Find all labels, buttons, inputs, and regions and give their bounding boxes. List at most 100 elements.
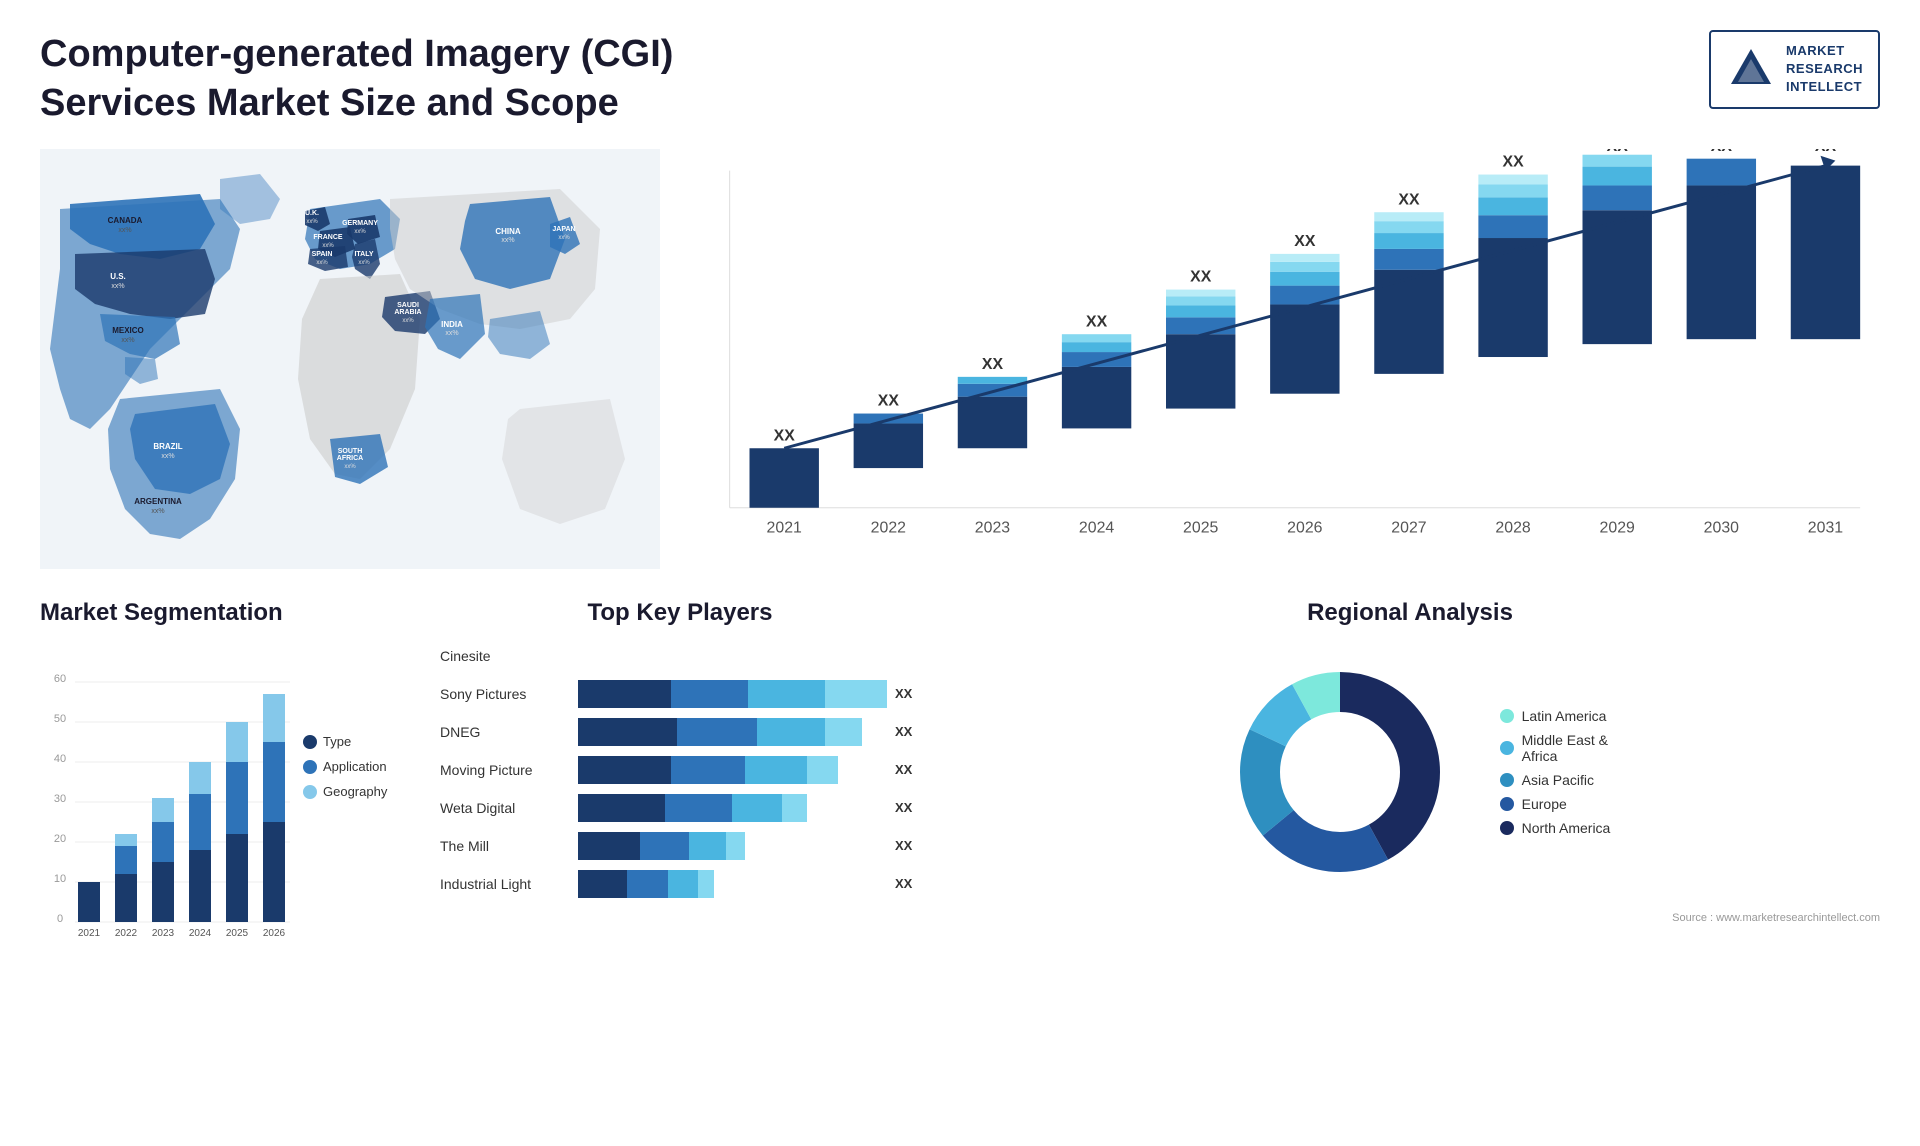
svg-text:xx%: xx% xyxy=(402,318,414,324)
svg-text:2026: 2026 xyxy=(1287,519,1322,536)
player-xx-sony: XX xyxy=(895,686,920,701)
svg-text:AFRICA: AFRICA xyxy=(337,455,363,462)
player-moving-picture: Moving Picture XX xyxy=(440,756,920,784)
svg-text:2026: 2026 xyxy=(263,928,286,939)
svg-text:30: 30 xyxy=(54,793,66,805)
legend-label-middle-east: Middle East &Africa xyxy=(1522,732,1608,764)
svg-text:XX: XX xyxy=(1294,233,1316,250)
svg-text:2023: 2023 xyxy=(152,928,175,939)
player-bar-moving-picture xyxy=(578,756,887,784)
svg-text:xx%: xx% xyxy=(354,229,366,235)
svg-text:U.S.: U.S. xyxy=(110,272,126,281)
player-name-mill: The Mill xyxy=(440,838,570,854)
svg-text:xx%: xx% xyxy=(118,227,131,234)
svg-text:xx%: xx% xyxy=(111,283,124,290)
svg-text:xx%: xx% xyxy=(161,453,174,460)
legend-label-asia-pacific: Asia Pacific xyxy=(1522,772,1594,788)
logo-area: MARKET RESEARCH INTELLECT xyxy=(1709,30,1880,109)
player-name-dneg: DNEG xyxy=(440,724,570,740)
player-industrial: Industrial Light XX xyxy=(440,870,920,898)
svg-text:FRANCE: FRANCE xyxy=(313,234,342,241)
logo-text: MARKET RESEARCH INTELLECT xyxy=(1786,42,1863,97)
legend-label-europe: Europe xyxy=(1522,796,1567,812)
svg-text:xx%: xx% xyxy=(322,243,334,249)
svg-text:2024: 2024 xyxy=(189,928,212,939)
svg-text:xx%: xx% xyxy=(316,260,328,266)
player-name-sony: Sony Pictures xyxy=(440,686,570,702)
svg-text:Geography: Geography xyxy=(323,784,388,799)
svg-text:XX: XX xyxy=(1607,149,1629,155)
map-section: CANADA xx% U.S. xx% MEXICO xx% BRAZIL xx… xyxy=(40,149,660,569)
svg-text:ARGENTINA: ARGENTINA xyxy=(134,497,182,506)
svg-text:xx%: xx% xyxy=(445,330,458,337)
svg-text:2029: 2029 xyxy=(1600,519,1635,536)
legend-color-latin-america xyxy=(1500,709,1514,723)
svg-text:2022: 2022 xyxy=(871,519,906,536)
svg-text:2025: 2025 xyxy=(226,928,249,939)
player-mill: The Mill XX xyxy=(440,832,920,860)
svg-text:XX: XX xyxy=(1815,149,1837,155)
svg-text:ITALY: ITALY xyxy=(354,251,373,258)
svg-text:2031: 2031 xyxy=(1808,519,1843,536)
svg-text:2021: 2021 xyxy=(78,928,101,939)
regional-section: Regional Analysis xyxy=(940,599,1880,947)
svg-text:xx%: xx% xyxy=(306,219,318,225)
svg-text:BRAZIL: BRAZIL xyxy=(153,442,182,451)
svg-text:CHINA: CHINA xyxy=(495,227,521,236)
svg-text:10: 10 xyxy=(54,873,66,885)
svg-text:20: 20 xyxy=(54,833,66,845)
player-sony: Sony Pictures XX xyxy=(440,680,920,708)
players-section: Top Key Players Cinesite Sony Pictures X… xyxy=(440,599,920,947)
player-xx-moving-picture: XX xyxy=(895,762,920,777)
svg-text:Type: Type xyxy=(323,734,351,749)
svg-text:SPAIN: SPAIN xyxy=(312,251,333,258)
svg-text:XX: XX xyxy=(1398,191,1420,208)
svg-text:SAUDI: SAUDI xyxy=(397,302,419,309)
donut-legend: Latin America Middle East &Africa Asia P… xyxy=(1500,708,1611,836)
svg-text:INDIA: INDIA xyxy=(441,320,463,329)
player-name-weta: Weta Digital xyxy=(440,800,570,816)
svg-text:SOUTH: SOUTH xyxy=(338,448,363,455)
player-dneg: DNEG XX xyxy=(440,718,920,746)
player-xx-mill: XX xyxy=(895,838,920,853)
legend-north-america: North America xyxy=(1500,820,1611,836)
donut-wrapper: Latin America Middle East &Africa Asia P… xyxy=(940,642,1880,902)
svg-text:XX: XX xyxy=(1086,313,1108,330)
legend-color-europe xyxy=(1500,797,1514,811)
svg-text:xx%: xx% xyxy=(121,337,134,344)
player-xx-dneg: XX xyxy=(895,724,920,739)
svg-text:2025: 2025 xyxy=(1183,519,1218,536)
top-row: CANADA xx% U.S. xx% MEXICO xx% BRAZIL xx… xyxy=(40,149,1880,569)
player-weta: Weta Digital XX xyxy=(440,794,920,822)
svg-text:XX: XX xyxy=(1503,153,1525,170)
bar-chart-section: XX 2021 XX 2022 XX 2023 XX 2024 xyxy=(690,149,1880,569)
player-bar-industrial xyxy=(578,870,887,898)
svg-text:XX: XX xyxy=(982,356,1004,373)
player-xx-weta: XX xyxy=(895,800,920,815)
player-bar-cinesite xyxy=(578,642,887,670)
svg-text:2030: 2030 xyxy=(1704,519,1739,536)
donut-chart-svg xyxy=(1210,642,1470,902)
player-name-moving-picture: Moving Picture xyxy=(440,762,570,778)
legend-latin-america: Latin America xyxy=(1500,708,1611,724)
map-container: CANADA xx% U.S. xx% MEXICO xx% BRAZIL xx… xyxy=(40,149,660,569)
legend-color-north-america xyxy=(1500,821,1514,835)
regional-title: Regional Analysis xyxy=(940,599,1880,627)
legend-asia-pacific: Asia Pacific xyxy=(1500,772,1611,788)
svg-text:xx%: xx% xyxy=(358,260,370,266)
bottom-row: Market Segmentation 0 10 20 30 40 50 60 xyxy=(40,599,1880,947)
source-text: Source : www.marketresearchintellect.com xyxy=(940,912,1880,924)
legend-middle-east: Middle East &Africa xyxy=(1500,732,1611,764)
svg-text:xx%: xx% xyxy=(501,237,514,244)
legend-color-asia-pacific xyxy=(1500,773,1514,787)
players-title: Top Key Players xyxy=(440,599,920,627)
svg-text:2024: 2024 xyxy=(1079,519,1114,536)
svg-text:2027: 2027 xyxy=(1391,519,1426,536)
logo-icon xyxy=(1726,44,1776,94)
svg-text:40: 40 xyxy=(54,753,66,765)
svg-text:xx%: xx% xyxy=(344,464,356,470)
svg-text:XX: XX xyxy=(774,427,796,444)
legend-label-north-america: North America xyxy=(1522,820,1611,836)
svg-text:XX: XX xyxy=(1190,268,1212,285)
svg-text:2023: 2023 xyxy=(975,519,1010,536)
